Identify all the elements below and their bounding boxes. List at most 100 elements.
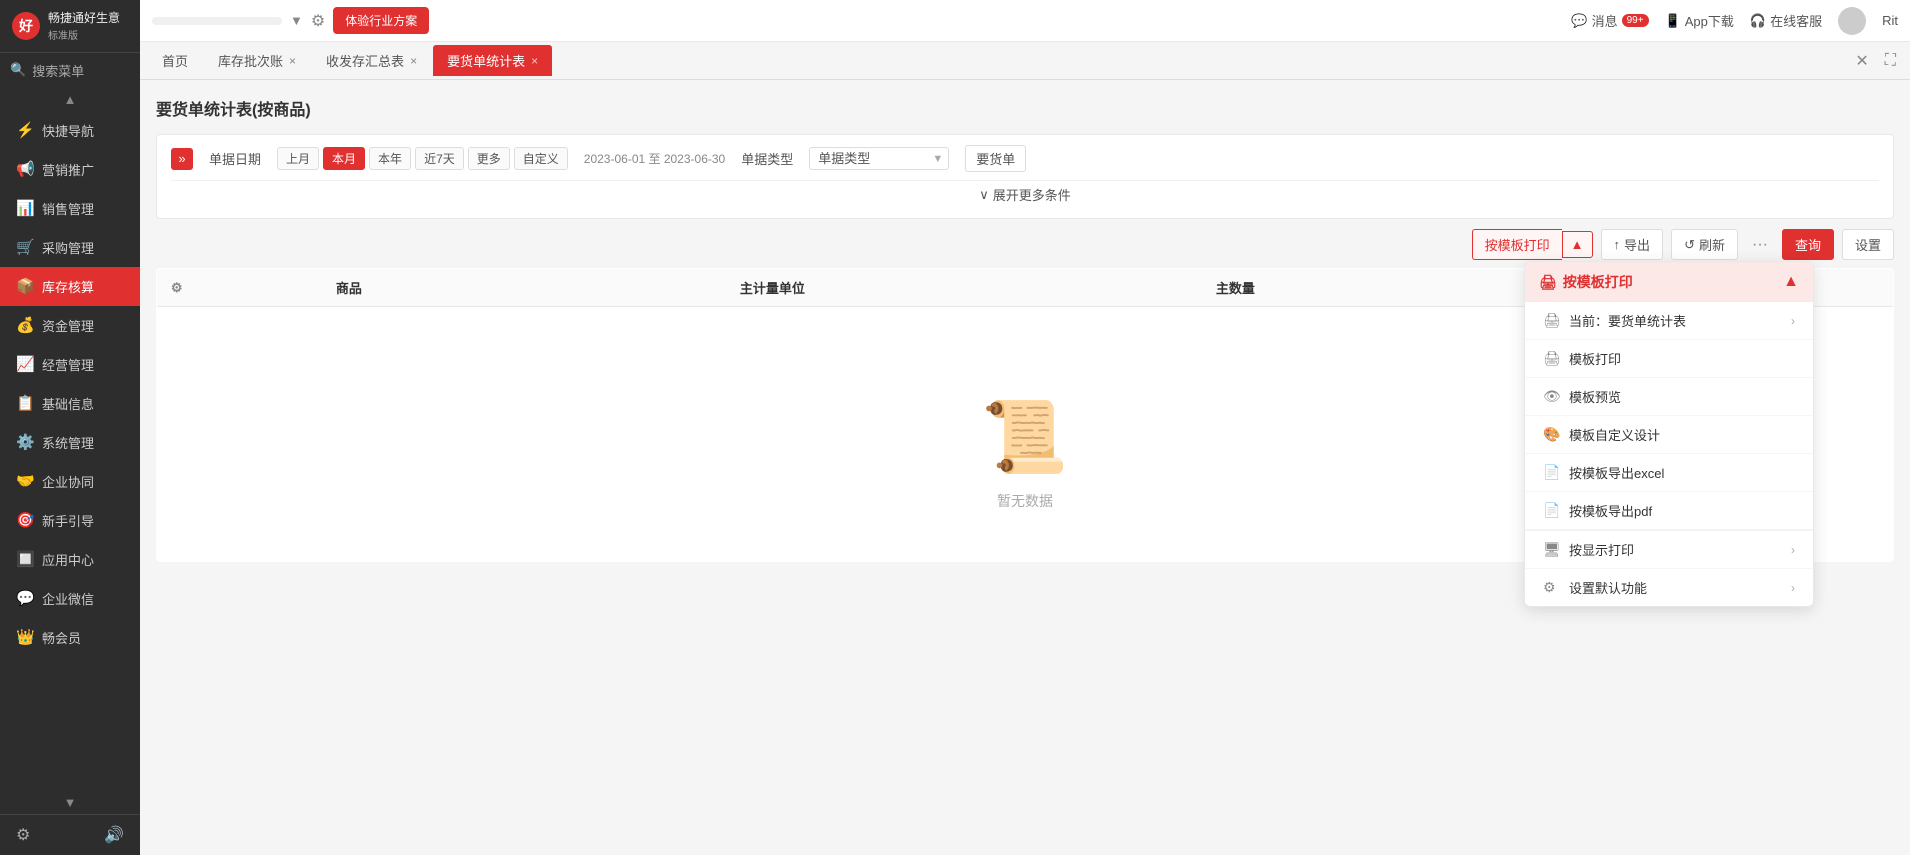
current-year-btn[interactable]: 本年	[369, 147, 411, 170]
sales-icon: 📊	[16, 199, 34, 217]
printer-header-icon: 🖨	[1539, 274, 1557, 291]
tab-batch-accounts[interactable]: 库存批次账 ×	[204, 45, 310, 76]
user-avatar[interactable]	[1838, 7, 1866, 35]
sidebar-item-operations[interactable]: 📈 经营管理	[0, 345, 140, 384]
more-date-btn[interactable]: 更多	[468, 147, 510, 170]
sidebar-item-label: 应用中心	[42, 550, 94, 569]
export-label: 导出	[1624, 235, 1650, 254]
dropdown-export-excel[interactable]: 📄 按模板导出excel	[1525, 454, 1813, 492]
tab-home[interactable]: 首页	[148, 45, 202, 76]
template-design-label: 模板自定义设计	[1569, 425, 1660, 444]
dropdown-template-print[interactable]: 🖨 模板打印	[1525, 340, 1813, 378]
tab-order-stats[interactable]: 要货单统计表 ×	[433, 45, 552, 76]
refresh-icon: ↺	[1684, 237, 1695, 253]
prev-month-btn[interactable]: 上月	[277, 147, 319, 170]
operations-icon: 📈	[16, 355, 34, 373]
settings-button[interactable]: 设置	[1842, 229, 1894, 260]
online-service-label: 在线客服	[1770, 11, 1822, 30]
sidebar-item-label: 快捷导航	[42, 121, 94, 140]
sidebar-item-label: 销售管理	[42, 199, 94, 218]
sidebar-item-weixin[interactable]: 💬 企业微信	[0, 579, 140, 618]
dropdown-set-default[interactable]: ⚙ 设置默认功能 ›	[1525, 569, 1813, 606]
sidebar-item-marketing[interactable]: 📢 营销推广	[0, 150, 140, 189]
sidebar-item-member[interactable]: 👑 畅会员	[0, 618, 140, 657]
tab-order-stats-close[interactable]: ×	[531, 54, 538, 68]
sound-footer-icon[interactable]: 🔊	[104, 825, 124, 845]
expand-icon: »	[178, 151, 185, 166]
dropdown-header-left: 🖨 按模板打印	[1539, 272, 1633, 292]
custom-date-btn[interactable]: 自定义	[514, 147, 568, 170]
dropdown-close-icon[interactable]: ▲	[1783, 273, 1799, 291]
settings-footer-icon[interactable]: ⚙	[16, 825, 30, 845]
topbar-search-box	[152, 17, 282, 25]
topbar-dropdown-icon[interactable]: ▼	[290, 13, 303, 28]
username-label: Rit	[1882, 13, 1898, 28]
sidebar-item-label: 采购管理	[42, 238, 94, 257]
online-service-item[interactable]: 🎧 在线客服	[1750, 11, 1822, 30]
page-content: 要货单统计表(按商品) » 单据日期 上月 本月 本年 近7天 更多 自定义 2…	[140, 80, 1910, 855]
date-range-display: 2023-06-01 至 2023-06-30	[584, 150, 725, 167]
messages-item[interactable]: 💬 消息 99+	[1571, 11, 1648, 30]
topbar-gear-icon[interactable]: ⚙	[311, 11, 325, 31]
print-dropdown-arrow[interactable]: ▲	[1562, 231, 1593, 258]
print-template-button[interactable]: 按模板打印	[1472, 229, 1562, 260]
dropdown-template-design[interactable]: 🎨 模板自定义设计	[1525, 416, 1813, 454]
sidebar-item-newbie[interactable]: 🎯 新手引导	[0, 501, 140, 540]
basics-icon: 📋	[16, 394, 34, 412]
tab-batch-accounts-close[interactable]: ×	[289, 54, 296, 68]
sidebar: 好 畅捷通好生意 标准版 🔍 搜索菜单 ▲ ⚡ 快捷导航 📢 营销推广 📊 销售…	[0, 0, 140, 855]
order-type-label: 单据类型	[741, 149, 793, 168]
win-close-icon[interactable]: ✕	[1849, 51, 1874, 71]
expand-more-button[interactable]: ∨ 展开更多条件	[171, 180, 1879, 208]
sidebar-item-collab[interactable]: 🤝 企业协同	[0, 462, 140, 501]
expand-more-icon: ∨	[979, 187, 989, 203]
trial-industry-button[interactable]: 体验行业方案	[333, 7, 429, 34]
app-download-item[interactable]: 📱 App下载	[1665, 11, 1734, 30]
search-menu[interactable]: 🔍 搜索菜单	[0, 53, 140, 88]
sidebar-item-finance[interactable]: 💰 资金管理	[0, 306, 140, 345]
dropdown-title: 按模板打印	[1563, 272, 1633, 292]
sidebar-item-label: 系统管理	[42, 433, 94, 452]
template-print-icon: 🖨	[1543, 350, 1559, 367]
quick-nav-icon: ⚡	[16, 121, 34, 139]
collab-icon: 🤝	[16, 472, 34, 490]
more-options-icon[interactable]: ···	[1746, 232, 1774, 258]
last7-btn[interactable]: 近7天	[415, 147, 464, 170]
dropdown-display-print[interactable]: 🖥 按显示打印 ›	[1525, 531, 1813, 569]
refresh-button[interactable]: ↺ 刷新	[1671, 229, 1738, 260]
filter-expand-button[interactable]: »	[171, 148, 193, 170]
dropdown-template-preview[interactable]: 👁 模板预览	[1525, 378, 1813, 416]
sidebar-item-label: 基础信息	[42, 394, 94, 413]
col-gear-icon[interactable]: ⚙	[171, 280, 183, 295]
win-maximize-icon[interactable]: ⛶	[1879, 52, 1902, 70]
scroll-down-btn[interactable]: ▼	[0, 791, 140, 814]
query-button[interactable]: 查询	[1782, 229, 1834, 260]
order-type-select-wrapper: 单据类型 ▼	[809, 147, 949, 170]
sidebar-item-inventory[interactable]: 📦 库存核算	[0, 267, 140, 306]
dropdown-export-pdf[interactable]: 📄 按模板导出pdf	[1525, 492, 1813, 530]
app-download-label: App下载	[1685, 11, 1734, 30]
tab-receipt-summary-close[interactable]: ×	[410, 54, 417, 68]
sidebar-item-system[interactable]: ⚙️ 系统管理	[0, 423, 140, 462]
sidebar-item-label: 新手引导	[42, 511, 94, 530]
tab-receipt-summary[interactable]: 收发存汇总表 ×	[312, 45, 431, 76]
sidebar-item-purchase[interactable]: 🛒 采购管理	[0, 228, 140, 267]
sidebar-item-quick-nav[interactable]: ⚡ 快捷导航	[0, 111, 140, 150]
scroll-up-btn[interactable]: ▲	[0, 88, 140, 111]
order-goods-tag[interactable]: 要货单	[965, 145, 1026, 172]
tab-receipt-summary-label: 收发存汇总表	[326, 51, 404, 70]
sidebar-item-basics[interactable]: 📋 基础信息	[0, 384, 140, 423]
current-month-btn[interactable]: 本月	[323, 147, 365, 170]
app-badge: 标准版	[48, 27, 120, 42]
order-type-select[interactable]: 单据类型	[809, 147, 949, 170]
sidebar-item-apps[interactable]: 🔲 应用中心	[0, 540, 140, 579]
col-gear[interactable]: ⚙	[157, 269, 197, 307]
sidebar-item-sales[interactable]: 📊 销售管理	[0, 189, 140, 228]
print-dropdown-menu: 🖨 按模板打印 ▲ 🖨 当前：要货单统计表 › 🖨 模板打印	[1524, 261, 1814, 607]
dropdown-current-item[interactable]: 🖨 当前：要货单统计表 ›	[1525, 302, 1813, 340]
col-goods: 商品	[197, 269, 502, 307]
export-button[interactable]: ↑ 导出	[1601, 229, 1664, 260]
dropdown-header: 🖨 按模板打印 ▲	[1525, 262, 1813, 302]
system-icon: ⚙️	[16, 433, 34, 451]
refresh-label: 刷新	[1699, 235, 1725, 254]
